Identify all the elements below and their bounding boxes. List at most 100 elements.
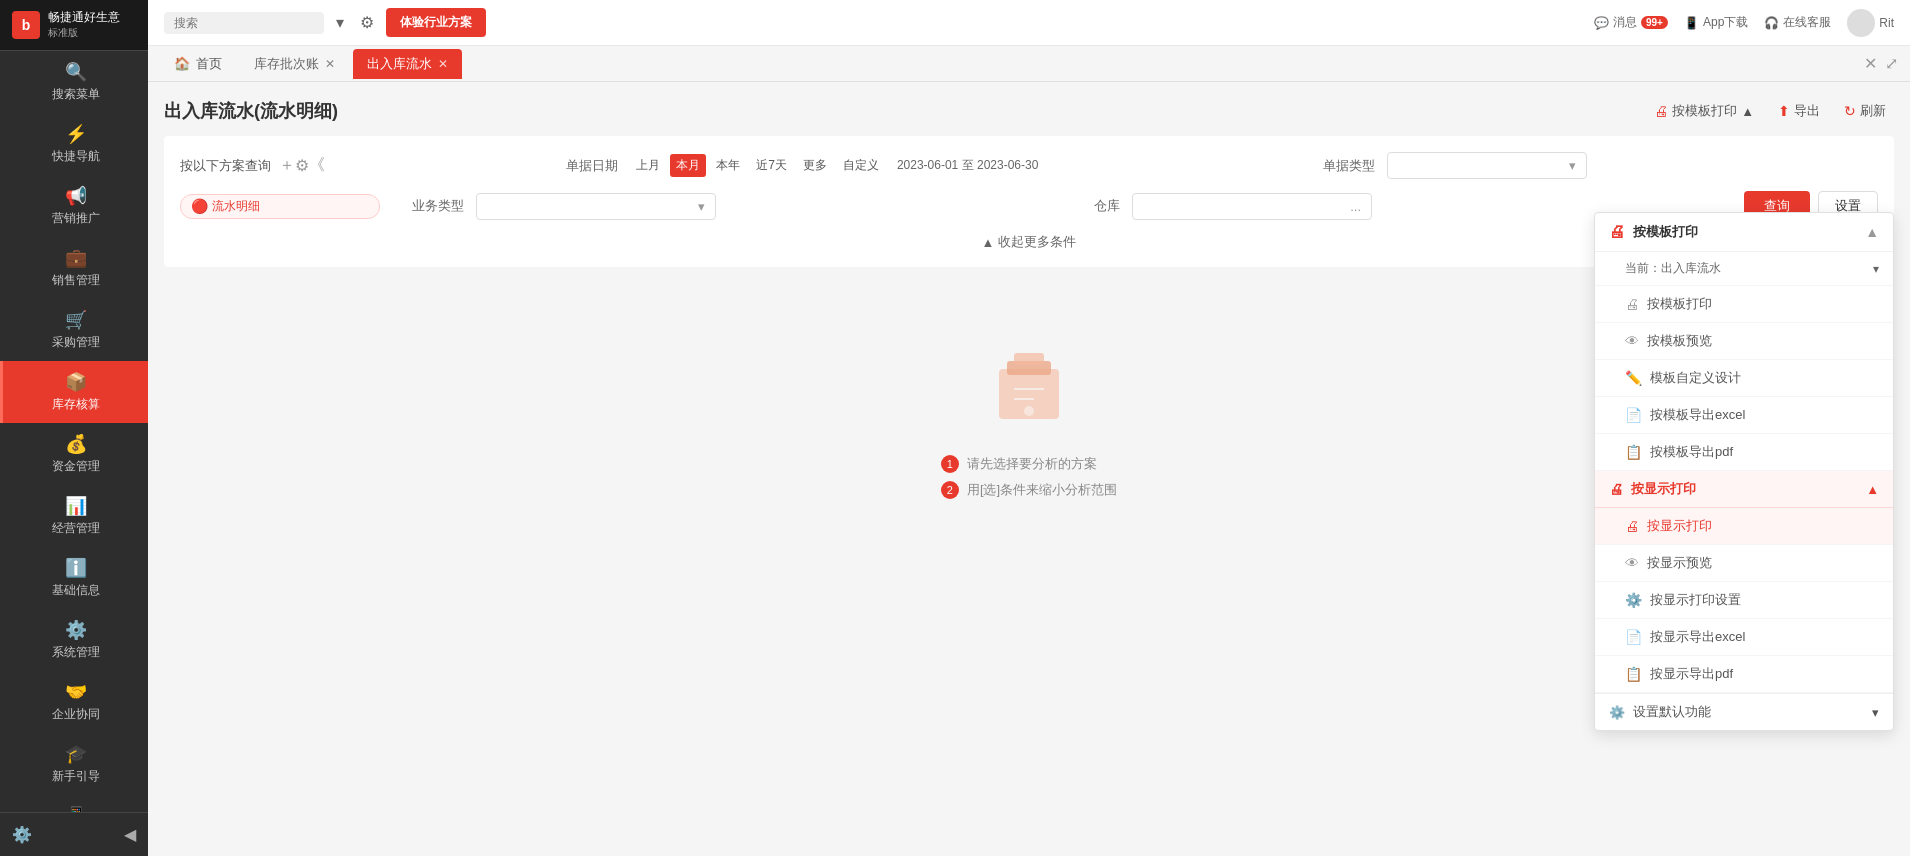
date-label: 单据日期 [566,157,618,175]
search-input[interactable] [164,12,324,34]
dropdown-current: 当前：出入库流水 ▾ [1595,252,1893,286]
page-header: 出入库流水(流水明细) 🖨 按模板打印 ▲ ⬆ 导出 ↻ 刷新 [164,98,1894,124]
doc-type-label: 单据类型 [1323,157,1375,175]
topbar-right: 💬 消息 99+ 📱 App下载 🎧 在线客服 Rit [1594,9,1894,37]
filter-add-btn[interactable]: ＋ [279,155,295,176]
sidebar-item-inventory[interactable]: 📦 库存核算 [0,361,148,423]
dropdown-footer-set-default[interactable]: ⚙️ 设置默认功能 ▾ [1595,693,1893,730]
dropdown-item-display-preview[interactable]: 👁 按显示预览 [1595,545,1893,582]
warehouse-more-icon: ... [1350,199,1361,214]
tab-flow-close-icon[interactable]: ✕ [438,57,448,71]
tab-home[interactable]: 🏠 首页 [160,49,236,79]
trial-btn[interactable]: 体验行业方案 [386,8,486,37]
dropdown-section-display[interactable]: 🖨 按显示打印 ▲ [1595,471,1893,508]
tab-flow[interactable]: 出入库流水 ✕ [353,49,462,79]
sidebar-item-guide[interactable]: 🎓 新手引导 [0,733,148,795]
user-name: Rit [1879,16,1894,30]
warehouse-select[interactable]: ... [1132,193,1372,220]
system-icon: ⚙️ [65,619,87,641]
sidebar-item-basic-info[interactable]: ℹ️ 基础信息 [0,547,148,609]
dropdown-item-display-print[interactable]: 🖨 按显示打印 [1595,508,1893,545]
tabs-bar: 🏠 首页 库存批次账 ✕ 出入库流水 ✕ ✕ ⤢ [148,46,1910,82]
warehouse-label: 仓库 [1094,197,1120,215]
svg-point-5 [1024,406,1034,416]
empty-step-2: 2 用[选]条件来缩小分析范围 [941,481,1117,499]
sidebar-item-label: 基础信息 [52,582,100,599]
filter-collapse-btn[interactable]: 《 [309,155,325,176]
message-btn[interactable]: 💬 消息 99+ [1594,14,1668,31]
collapse-more-btn[interactable]: ▲ 收起更多条件 [982,233,1077,251]
step-num-2: 2 [941,481,959,499]
headset-icon: 🎧 [1764,16,1779,30]
display-section-chevron: ▲ [1866,482,1879,497]
sidebar-item-quick-nav[interactable]: ⚡ 快捷导航 [0,113,148,175]
sidebar-item-app-center[interactable]: 📱 应用中心 [0,795,148,812]
sidebar-item-enterprise[interactable]: 🤝 企业协同 [0,671,148,733]
date-this-year-btn[interactable]: 本年 [710,154,746,177]
template-print-label: 按模板打印 [1647,295,1712,313]
refresh-btn[interactable]: ↻ 刷新 [1836,98,1894,124]
dropdown-item-display-export-pdf[interactable]: 📋 按显示导出pdf [1595,656,1893,693]
finance-icon: 💰 [65,433,87,455]
sidebar-item-finance[interactable]: 💰 资金管理 [0,423,148,485]
avatar [1847,9,1875,37]
sidebar-item-search-menu[interactable]: 🔍 搜索菜单 [0,51,148,113]
sidebar-item-label: 销售管理 [52,272,100,289]
sidebar-item-sales[interactable]: 💼 销售管理 [0,237,148,299]
sidebar-item-purchase[interactable]: 🛒 采购管理 [0,299,148,361]
filter-tag[interactable]: 🔴 流水明细 [180,194,380,219]
sidebar-item-label: 资金管理 [52,458,100,475]
page-header-actions: 🖨 按模板打印 ▲ ⬆ 导出 ↻ 刷新 [1646,98,1894,124]
business-type-select[interactable]: ▾ [476,193,716,220]
date-this-month-btn[interactable]: 本月 [670,154,706,177]
dropdown-item-template-custom[interactable]: ✏️ 模板自定义设计 [1595,360,1893,397]
filter-settings-btn[interactable]: ⚙ [295,156,309,175]
sidebar-item-system[interactable]: ⚙️ 系统管理 [0,609,148,671]
sidebar-item-marketing[interactable]: 📢 营销推广 [0,175,148,237]
sidebar: b 畅捷通好生意 标准版 🔍 搜索菜单 ⚡ 快捷导航 📢 营销推广 💼 销售管理… [0,0,148,856]
display-preview-label: 按显示预览 [1647,554,1712,572]
sidebar-item-operations[interactable]: 📊 经营管理 [0,485,148,547]
dropdown-item-template-export-pdf[interactable]: 📋 按模板导出pdf [1595,434,1893,471]
print-template-btn[interactable]: 🖨 按模板打印 ▲ [1646,98,1762,124]
online-service-btn[interactable]: 🎧 在线客服 [1764,14,1831,31]
template-export-excel-icon: 📄 [1625,407,1642,423]
dropdown-item-display-export-excel[interactable]: 📄 按显示导出excel [1595,619,1893,656]
display-export-excel-icon: 📄 [1625,629,1642,645]
dropdown-item-display-print-settings[interactable]: ⚙️ 按显示打印设置 [1595,582,1893,619]
close-tab-btn[interactable]: ✕ [1864,54,1877,73]
logo-sub: 标准版 [48,26,120,40]
dropdown-item-template-export-excel[interactable]: 📄 按模板导出excel [1595,397,1893,434]
maximize-tab-btn[interactable]: ⤢ [1885,54,1898,73]
display-print-settings-label: 按显示打印设置 [1650,591,1741,609]
settings-bottom-icon[interactable]: ⚙️ [12,825,32,844]
date-range: 2023-06-01 至 2023-06-30 [897,157,1038,174]
user-profile-btn[interactable]: Rit [1847,9,1894,37]
gear-footer-icon: ⚙️ [1609,705,1625,720]
dropdown-item-template-preview[interactable]: 👁 按模板预览 [1595,323,1893,360]
date-last-7-days-btn[interactable]: 近7天 [750,154,793,177]
inventory-icon: 📦 [65,371,87,393]
sidebar-item-label: 采购管理 [52,334,100,351]
filter-date-section: 单据日期 上月 本月 本年 近7天 更多 自定义 2023-06-01 至 20… [566,154,1306,177]
search-dropdown-btn[interactable]: ▾ [332,9,348,36]
tab-batch-account[interactable]: 库存批次账 ✕ [240,49,349,79]
export-btn[interactable]: ⬆ 导出 [1770,98,1828,124]
collapse-sidebar-icon[interactable]: ◀ [124,825,136,844]
tab-batch-account-close-icon[interactable]: ✕ [325,57,335,71]
app-download-btn[interactable]: 📱 App下载 [1684,14,1748,31]
tab-flow-label: 出入库流水 [367,55,432,73]
settings-topbar-btn[interactable]: ⚙ [356,9,378,36]
date-custom-btn[interactable]: 自定义 [837,154,885,177]
filter-label-section: 按以下方案查询 ＋ ⚙ 《 [180,155,550,176]
date-more-btn[interactable]: 更多 [797,154,833,177]
sidebar-item-label: 新手引导 [52,768,100,785]
step-num-1: 1 [941,455,959,473]
tabs-right: ✕ ⤢ [1864,54,1898,73]
guide-icon: 🎓 [65,743,87,765]
doc-type-select[interactable]: ▾ [1387,152,1587,179]
display-print-icon: 🖨 [1625,518,1639,534]
date-last-month-btn[interactable]: 上月 [630,154,666,177]
empty-illustration [979,339,1079,439]
dropdown-item-template-print[interactable]: 🖨 按模板打印 [1595,286,1893,323]
